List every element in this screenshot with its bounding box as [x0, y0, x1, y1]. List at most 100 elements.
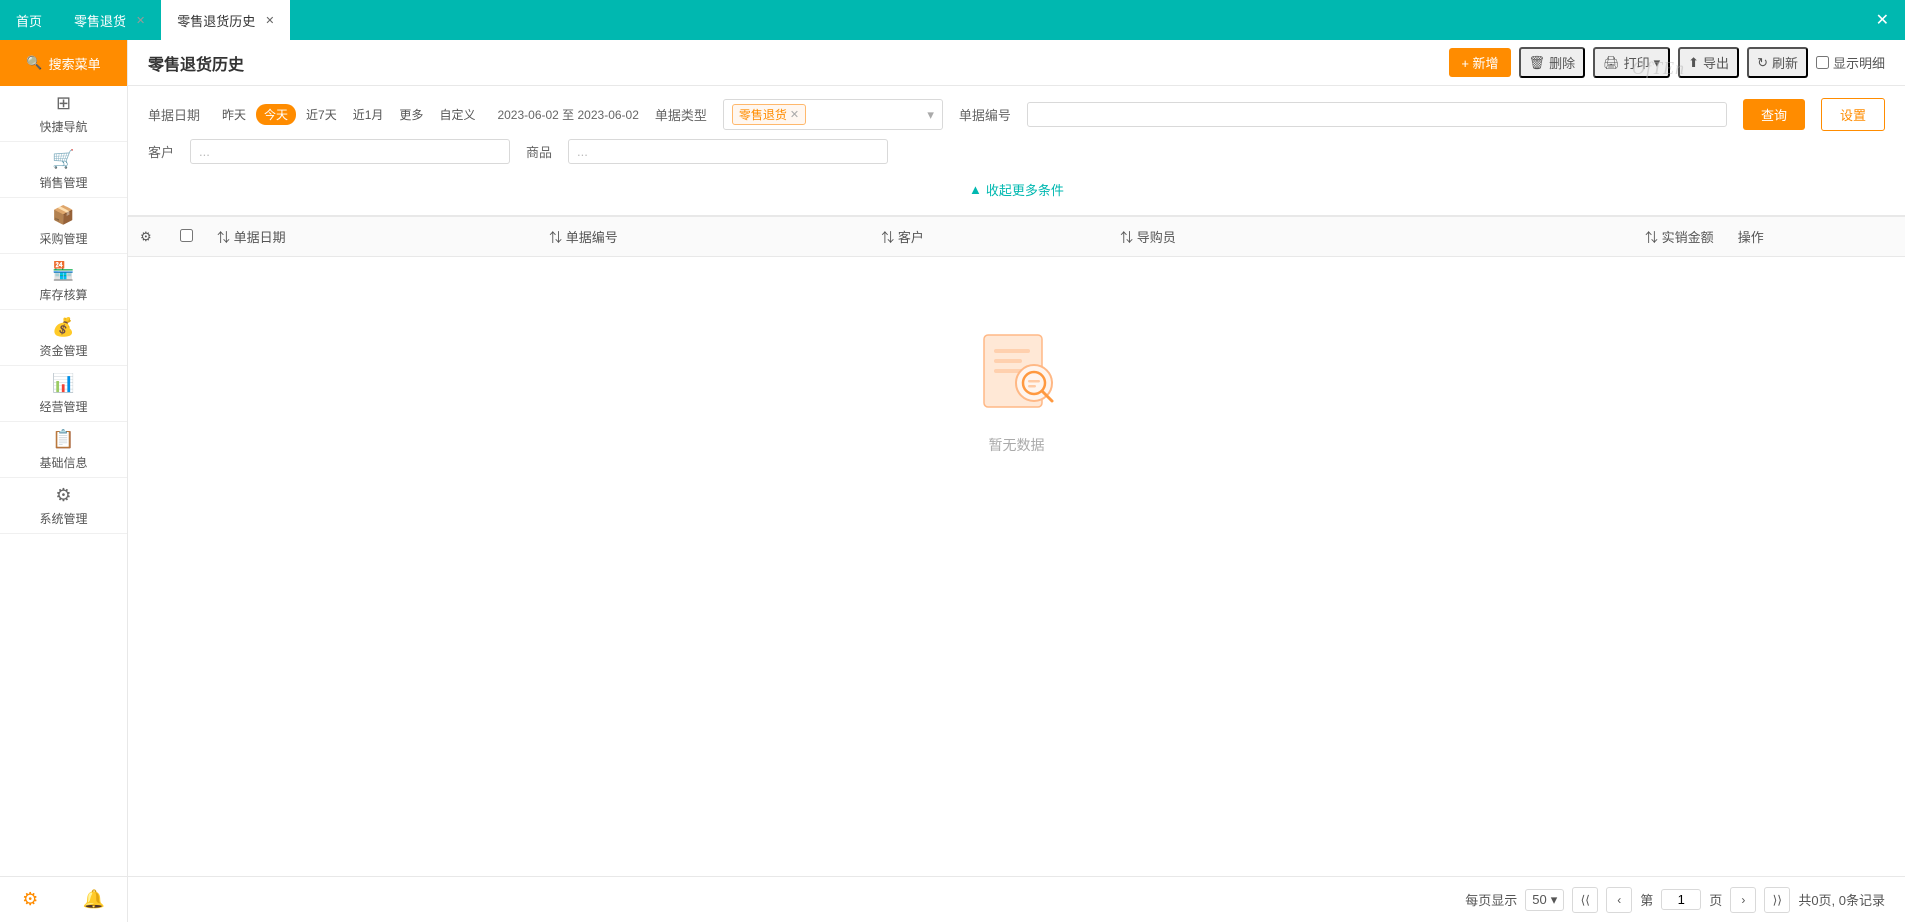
close-tab-retail-return-history[interactable]: ✕ — [265, 14, 274, 27]
settings-bottom-icon[interactable]: ⚙ — [22, 889, 38, 910]
tab-retail-return[interactable]: 零售退货 ✕ — [58, 0, 161, 40]
sidebar-item-basic-info[interactable]: 📋 基础信息 — [0, 422, 127, 478]
th-customer[interactable]: ⇅ 客户 — [869, 217, 1108, 257]
filter-area: 单据日期 昨天 今天 近7天 近1月 更多 自定义 2023-06-02 至 2… — [128, 86, 1905, 216]
date-btn-custom[interactable]: 自定义 — [433, 104, 481, 125]
query-button[interactable]: 查询 — [1743, 99, 1805, 130]
notification-icon[interactable]: 🔔 — [82, 889, 104, 910]
close-tab-retail-return[interactable]: ✕ — [136, 14, 145, 27]
date-btn-yesterday[interactable]: 昨天 — [216, 104, 252, 125]
refresh-icon: ↻ — [1757, 55, 1768, 71]
customer-input[interactable]: ... — [190, 139, 510, 164]
top-bar-right: ✕ — [1876, 10, 1905, 30]
collapse-icon: ▲ — [969, 182, 982, 197]
th-checkbox[interactable] — [168, 217, 205, 257]
page-size-select[interactable]: 50 ▾ — [1525, 889, 1564, 911]
system-mgmt-icon: ⚙ — [55, 485, 71, 506]
export-button[interactable]: ⬆ 导出 — [1678, 47, 1739, 78]
empty-state-icon — [962, 317, 1072, 427]
page-prefix: 第 — [1640, 890, 1653, 909]
sales-mgmt-icon: 🛒 — [52, 149, 74, 170]
bill-no-label: 单据编号 — [959, 105, 1011, 124]
sidebar-nav: ⊞ 快捷导航 🛒 销售管理 📦 采购管理 🏪 库存核算 💰 资金管理 📊 — [0, 86, 127, 876]
inventory-icon: 🏪 — [52, 261, 74, 282]
show-detail-checkbox-label[interactable]: 显示明细 — [1816, 53, 1885, 72]
page-size-dropdown-icon: ▾ — [1551, 892, 1558, 908]
tab-home[interactable]: 首页 — [0, 0, 58, 40]
sort-amount-icon: ⇅ — [1645, 230, 1658, 245]
customer-placeholder: ... — [199, 144, 210, 159]
top-bar: 首页 零售退货 ✕ 零售退货历史 ✕ ✕ — [0, 0, 1905, 40]
purchase-mgmt-icon: 📦 — [52, 205, 74, 226]
header-actions: + 新增 🗑 删除 🖨 打印 ▾ ⬆ 导出 ↻ 刷新 — [1449, 47, 1885, 78]
tab-retail-return-history[interactable]: 零售退货历史 ✕ — [161, 0, 290, 40]
sidebar-item-operations[interactable]: 📊 经营管理 — [0, 366, 127, 422]
goods-label: 商品 — [526, 142, 552, 161]
goods-input[interactable]: ... — [568, 139, 888, 164]
date-btn-today[interactable]: 今天 — [256, 104, 296, 125]
print-button[interactable]: 🖨 打印 ▾ — [1593, 47, 1670, 78]
goods-placeholder: ... — [577, 144, 588, 159]
filter-row-2: 客户 ... 商品 ... — [148, 139, 1885, 164]
refresh-button[interactable]: ↻ 刷新 — [1747, 47, 1808, 78]
filter-row-1: 单据日期 昨天 今天 近7天 近1月 更多 自定义 2023-06-02 至 2… — [148, 98, 1885, 131]
date-range-display: 2023-06-02 至 2023-06-02 — [497, 106, 638, 123]
pagination: 每页显示 50 ▾ ⟨⟨ ‹ 第 页 › ⟩⟩ 共0页, 0条记录 — [128, 876, 1905, 922]
sort-guide-icon: ⇅ — [1120, 230, 1133, 245]
next-page-button[interactable]: › — [1730, 887, 1756, 913]
date-btn-last-month[interactable]: 近1月 — [347, 104, 390, 125]
sidebar-item-purchase-mgmt[interactable]: 📦 采购管理 — [0, 198, 127, 254]
add-button[interactable]: + 新增 — [1449, 48, 1510, 77]
sidebar-item-system-mgmt[interactable]: ⚙ 系统管理 — [0, 478, 127, 534]
th-bill-date[interactable]: ⇅ 单据日期 — [205, 217, 537, 257]
current-page-input[interactable] — [1661, 889, 1701, 910]
search-icon: 🔍 — [26, 55, 42, 71]
bill-type-select[interactable]: 零售退货 ✕ ▾ — [723, 99, 943, 130]
th-actual-amount[interactable]: ⇅ 实销金额 — [1394, 217, 1726, 257]
close-window-button[interactable]: ✕ — [1876, 10, 1889, 30]
finance-icon: 💰 — [52, 317, 74, 338]
last-page-button[interactable]: ⟩⟩ — [1764, 887, 1790, 913]
show-detail-checkbox[interactable] — [1816, 56, 1829, 69]
sidebar-item-inventory[interactable]: 🏪 库存核算 — [0, 254, 127, 310]
collapse-row: ▲ 收起更多条件 — [148, 172, 1885, 207]
search-menu-button[interactable]: 🔍 搜索菜单 — [0, 40, 127, 86]
first-page-button[interactable]: ⟨⟨ — [1572, 887, 1598, 913]
page-size-label: 每页显示 — [1465, 890, 1517, 909]
sidebar-item-quick-nav[interactable]: ⊞ 快捷导航 — [0, 86, 127, 142]
basic-info-icon: 📋 — [52, 429, 74, 450]
main-layout: 🔍 搜索菜单 ⊞ 快捷导航 🛒 销售管理 📦 采购管理 🏪 库存核算 💰 — [0, 40, 1905, 922]
sort-customer-icon: ⇅ — [881, 230, 894, 245]
delete-icon: 🗑 — [1529, 55, 1546, 71]
th-bill-no[interactable]: ⇅ 单据编号 — [537, 217, 869, 257]
print-icon: 🖨 — [1603, 55, 1620, 71]
sort-bill-no-icon: ⇅ — [549, 230, 562, 245]
page-header: 零售退货历史 + 新增 🗑 删除 🖨 打印 ▾ ⬆ 导出 ↻ — [128, 40, 1905, 86]
empty-state: 暂无数据 — [128, 257, 1905, 485]
table-wrapper: ⚙ ⇅ 单据日期 ⇅ 单据编号 — [128, 216, 1905, 876]
collapse-button[interactable]: ▲ 收起更多条件 — [957, 176, 1076, 203]
sidebar-item-sales-mgmt[interactable]: 🛒 销售管理 — [0, 142, 127, 198]
print-dropdown-icon: ▾ — [1654, 55, 1661, 71]
quick-nav-icon: ⊞ — [56, 93, 71, 114]
bill-type-label: 单据类型 — [655, 105, 707, 124]
sidebar-item-finance[interactable]: 💰 资金管理 — [0, 310, 127, 366]
content-area: 零售退货历史 + 新增 🗑 删除 🖨 打印 ▾ ⬆ 导出 ↻ — [128, 40, 1905, 922]
gear-icon[interactable]: ⚙ — [140, 229, 152, 244]
date-btn-more[interactable]: 更多 — [393, 104, 429, 125]
page-suffix: 页 — [1709, 890, 1722, 909]
th-gear[interactable]: ⚙ — [128, 217, 168, 257]
prev-page-button[interactable]: ‹ — [1606, 887, 1632, 913]
th-guide[interactable]: ⇅ 导购员 — [1108, 217, 1394, 257]
settings-button[interactable]: 设置 — [1821, 98, 1885, 131]
customer-label: 客户 — [148, 142, 174, 161]
date-shortcuts: 昨天 今天 近7天 近1月 更多 自定义 — [216, 104, 481, 125]
bill-no-input[interactable] — [1027, 102, 1727, 127]
date-btn-last7[interactable]: 近7天 — [300, 104, 343, 125]
select-all-checkbox[interactable] — [180, 229, 193, 242]
sidebar-bottom: ⚙ 🔔 — [0, 876, 127, 922]
export-icon: ⬆ — [1688, 55, 1699, 71]
sort-bill-date-icon: ⇅ — [217, 230, 230, 245]
bill-type-tag-close[interactable]: ✕ — [790, 108, 799, 121]
delete-button[interactable]: 🗑 删除 — [1519, 47, 1586, 78]
